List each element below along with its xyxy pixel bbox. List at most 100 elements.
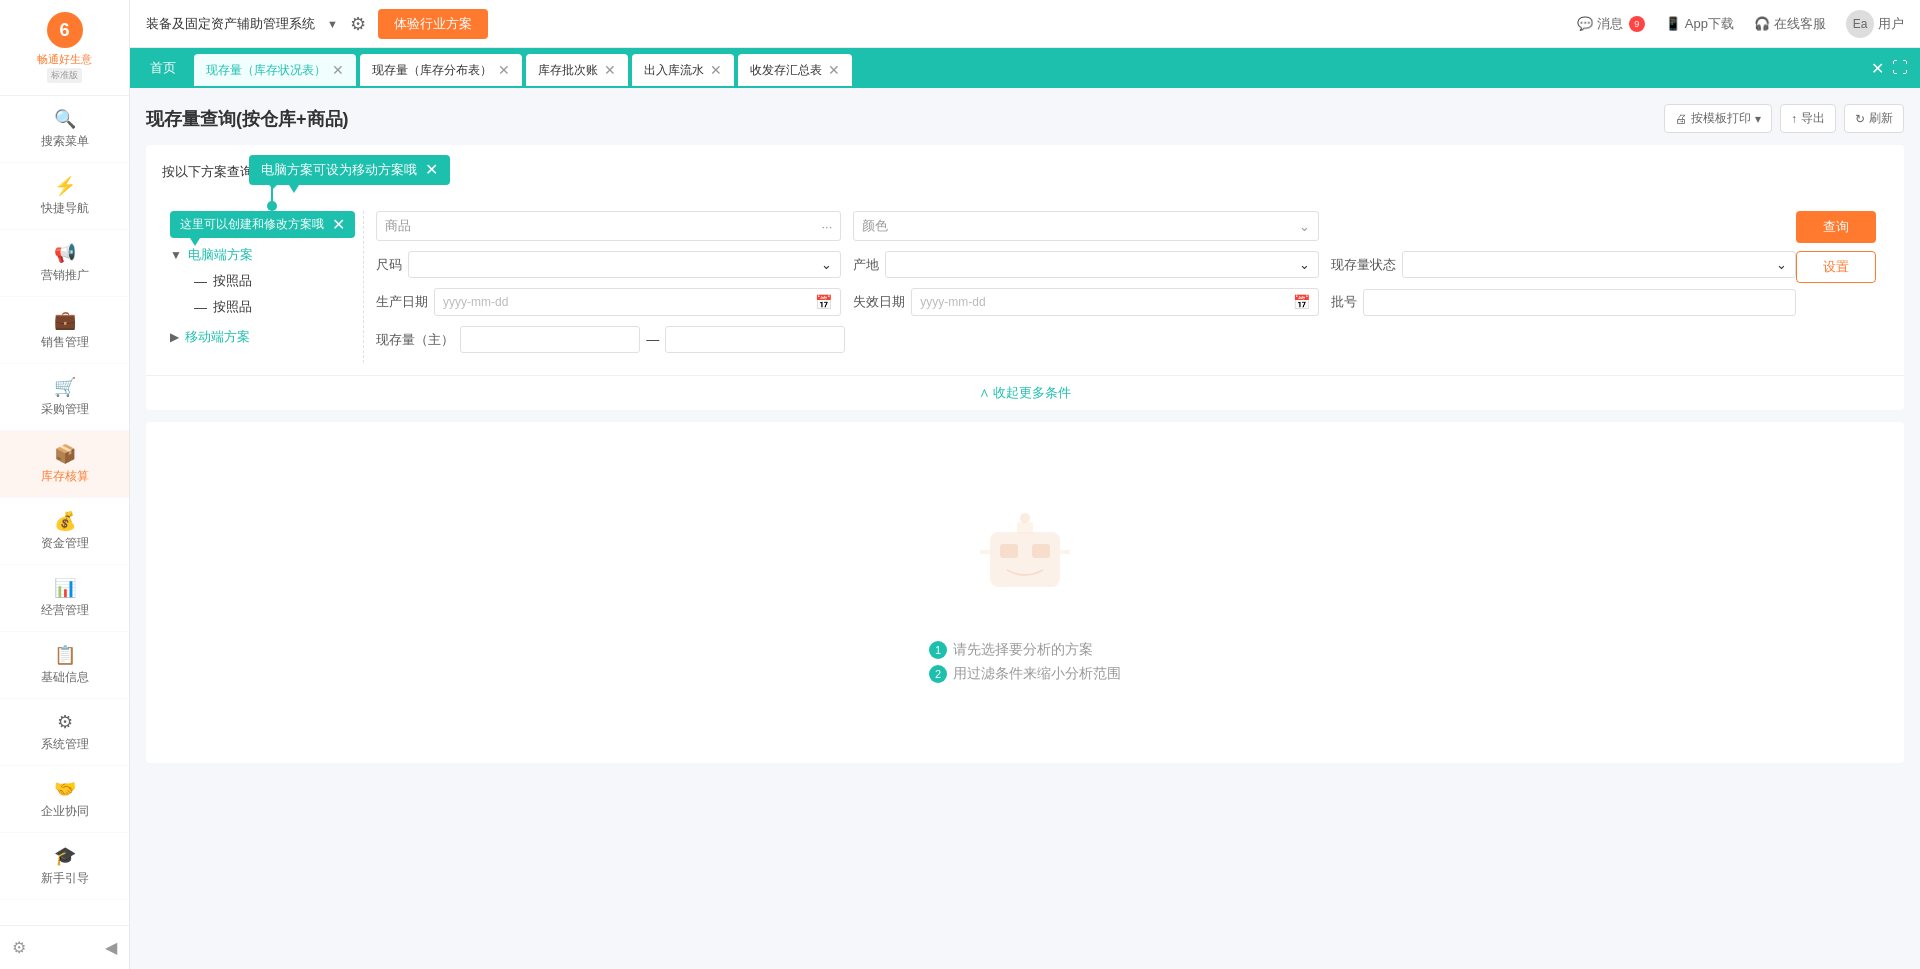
empty-icon <box>965 502 1085 621</box>
tab-item-2[interactable]: 库存批次账 ✕ <box>526 54 628 86</box>
produce-date-start[interactable]: yyyy-mm-dd 📅 <box>434 288 841 316</box>
logo-area: 6 畅通好生意 标准版 <box>0 0 129 96</box>
tab-item-3[interactable]: 出入库流水 ✕ <box>632 54 734 86</box>
nav-icon: ⚙ <box>57 711 73 733</box>
field-stock-status: 现存量状态 ⌄ <box>1331 251 1796 278</box>
settings-icon[interactable]: ⚙ <box>12 938 26 957</box>
sidebar-item-企业协同[interactable]: 🤝 企业协同 <box>0 766 129 833</box>
tab-close-icon[interactable]: ✕ <box>332 63 344 77</box>
tab-item-0[interactable]: 现存量（库存状况表） ✕ <box>194 54 356 86</box>
phone-icon: 📱 <box>1665 16 1681 31</box>
collapse-icon[interactable]: ◀ <box>105 938 117 957</box>
size-input[interactable]: ⌄ <box>408 251 841 278</box>
set-btn[interactable]: 设置 <box>1796 251 1876 283</box>
collapse-bar[interactable]: ∧ 收起更多条件 <box>146 375 1904 410</box>
color-input[interactable]: 颜色 ⌄ <box>853 211 1318 241</box>
field-color: 颜色 ⌄ <box>853 211 1318 241</box>
nav-label: 经营管理 <box>41 602 89 619</box>
tab-close-icon[interactable]: ✕ <box>604 63 616 77</box>
online-support-action[interactable]: 🎧 在线客服 <box>1754 15 1826 33</box>
app-download-label: App下载 <box>1685 15 1734 33</box>
tab-close-icon[interactable]: ✕ <box>710 63 722 77</box>
calendar-icon-2[interactable]: 📅 <box>1293 294 1310 310</box>
batch-no-input[interactable] <box>1363 289 1796 316</box>
print-icon: 🖨 <box>1675 112 1687 126</box>
hint-text-2: 用过滤条件来缩小分析范围 <box>953 665 1121 683</box>
origin-input[interactable]: ⌄ <box>885 251 1318 278</box>
tab-item-4[interactable]: 收发存汇总表 ✕ <box>738 54 852 86</box>
export-icon: ↑ <box>1791 112 1797 126</box>
logo-text: 畅通好生意 <box>37 52 92 66</box>
tab-close-icon[interactable]: ✕ <box>498 63 510 77</box>
tab-label: 现存量（库存状况表） <box>206 62 326 79</box>
scheme-item-2[interactable]: — 按照品 <box>170 294 355 320</box>
sidebar-item-销售管理[interactable]: 💼 销售管理 <box>0 297 129 364</box>
nav-label: 采购管理 <box>41 401 89 418</box>
tab-bar: 首页 现存量（库存状况表） ✕ 现存量（库存分布表） ✕ 库存批次账 ✕ 出入库… <box>130 48 1920 88</box>
nav-label: 新手引导 <box>41 870 89 887</box>
goods-input[interactable]: 商品 ··· <box>376 211 841 241</box>
tooltip-create-close[interactable]: ✕ <box>332 217 345 233</box>
empty-illustration <box>965 502 1085 602</box>
tab-expand-icon[interactable]: ⛶ <box>1892 59 1908 77</box>
export-btn[interactable]: ↑ 导出 <box>1780 104 1836 133</box>
goods-more-icon: ··· <box>821 219 832 234</box>
tooltip-scheme-text: 电脑方案可设为移动方案哦 <box>261 161 417 179</box>
color-placeholder: 颜色 <box>862 217 888 235</box>
filter-content-area: 商品 ··· 颜色 ⌄ <box>376 211 1876 363</box>
scheme-group-mobile-name: 移动端方案 <box>185 328 250 346</box>
query-btn[interactable]: 查询 <box>1796 211 1876 243</box>
tab-close-icon[interactable]: ✕ <box>828 63 840 77</box>
nav-icon: 🛒 <box>54 376 76 398</box>
field-goods: 商品 ··· <box>376 211 841 241</box>
scheme-item-icon2: — <box>194 300 207 315</box>
sidebar-item-资金管理[interactable]: 💰 资金管理 <box>0 498 129 565</box>
sidebar-item-系统管理[interactable]: ⚙ 系统管理 <box>0 699 129 766</box>
sidebar-item-搜索菜单[interactable]: 🔍 搜索菜单 <box>0 96 129 163</box>
scheme-group-mobile[interactable]: ▶ 移动端方案 <box>162 324 355 350</box>
sidebar-item-采购管理[interactable]: 🛒 采购管理 <box>0 364 129 431</box>
hint-item-1: 1 请先选择要分析的方案 <box>929 641 1121 659</box>
industry-btn[interactable]: 体验行业方案 <box>378 9 488 39</box>
sidebar-item-营销推广[interactable]: 📢 营销推广 <box>0 230 129 297</box>
tooltip-scheme-close[interactable]: ✕ <box>425 162 438 178</box>
sidebar-item-快捷导航[interactable]: ⚡ 快捷导航 <box>0 163 129 230</box>
message-action[interactable]: 💬 消息 9 <box>1577 15 1645 33</box>
sidebar-item-经营管理[interactable]: 📊 经营管理 <box>0 565 129 632</box>
tab-home[interactable]: 首页 <box>134 48 192 88</box>
stock-status-input[interactable]: ⌄ <box>1402 251 1796 278</box>
logo-badge: 标准版 <box>47 68 82 83</box>
tab-close-all-icon[interactable]: ✕ <box>1871 59 1884 78</box>
stock-qty-max[interactable] <box>665 326 845 353</box>
user-action[interactable]: Ea 用户 <box>1846 10 1904 38</box>
header-settings-icon[interactable]: ⚙ <box>350 13 366 35</box>
sidebar-item-新手引导[interactable]: 🎓 新手引导 <box>0 833 129 900</box>
tooltip-create-scheme: 这里可以创建和修改方案哦 ✕ <box>170 211 355 238</box>
field-produce-date: 生产日期 yyyy-mm-dd 📅 <box>376 288 841 316</box>
field-expire-date: 失效日期 yyyy-mm-dd 📅 <box>853 288 1318 316</box>
tab-item-1[interactable]: 现存量（库存分布表） ✕ <box>360 54 522 86</box>
nav-icon: 🤝 <box>54 778 76 800</box>
expire-date-start[interactable]: yyyy-mm-dd 📅 <box>911 288 1318 316</box>
tooltip-create-text: 这里可以创建和修改方案哦 <box>180 216 324 233</box>
field-stock-qty: 现存量（主） — <box>376 326 845 353</box>
sidebar-item-库存核算[interactable]: 📦 库存核算 <box>0 431 129 498</box>
nav-label: 基础信息 <box>41 669 89 686</box>
header-right: 💬 消息 9 📱 App下载 🎧 在线客服 Ea 用户 <box>1577 10 1904 38</box>
sidebar-item-基础信息[interactable]: 📋 基础信息 <box>0 632 129 699</box>
app-download-action[interactable]: 📱 App下载 <box>1665 15 1734 33</box>
origin-dropdown-icon: ⌄ <box>1299 257 1310 272</box>
message-badge: 9 <box>1629 16 1645 32</box>
calendar-icon-1[interactable]: 📅 <box>815 294 832 310</box>
refresh-btn[interactable]: ↻ 刷新 <box>1844 104 1904 133</box>
sidebar: 6 畅通好生意 标准版 🔍 搜索菜单 ⚡ 快捷导航 📢 营销推广 💼 销售管理 … <box>0 0 130 969</box>
tab-label: 出入库流水 <box>644 62 704 79</box>
page-title: 现存量查询(按仓库+商品) <box>146 107 349 131</box>
scheme-item-1[interactable]: — 按照品 <box>170 268 355 294</box>
nav-label: 营销推广 <box>41 267 89 284</box>
system-dropdown-btn[interactable]: ▼ <box>327 18 338 30</box>
filter-row-2: 尺码 ⌄ 产地 ⌄ <box>376 251 1796 278</box>
stock-qty-min[interactable] <box>460 326 640 353</box>
hint-num-1: 1 <box>929 641 947 659</box>
template-print-btn[interactable]: 🖨 按模板打印 ▾ <box>1664 104 1772 133</box>
